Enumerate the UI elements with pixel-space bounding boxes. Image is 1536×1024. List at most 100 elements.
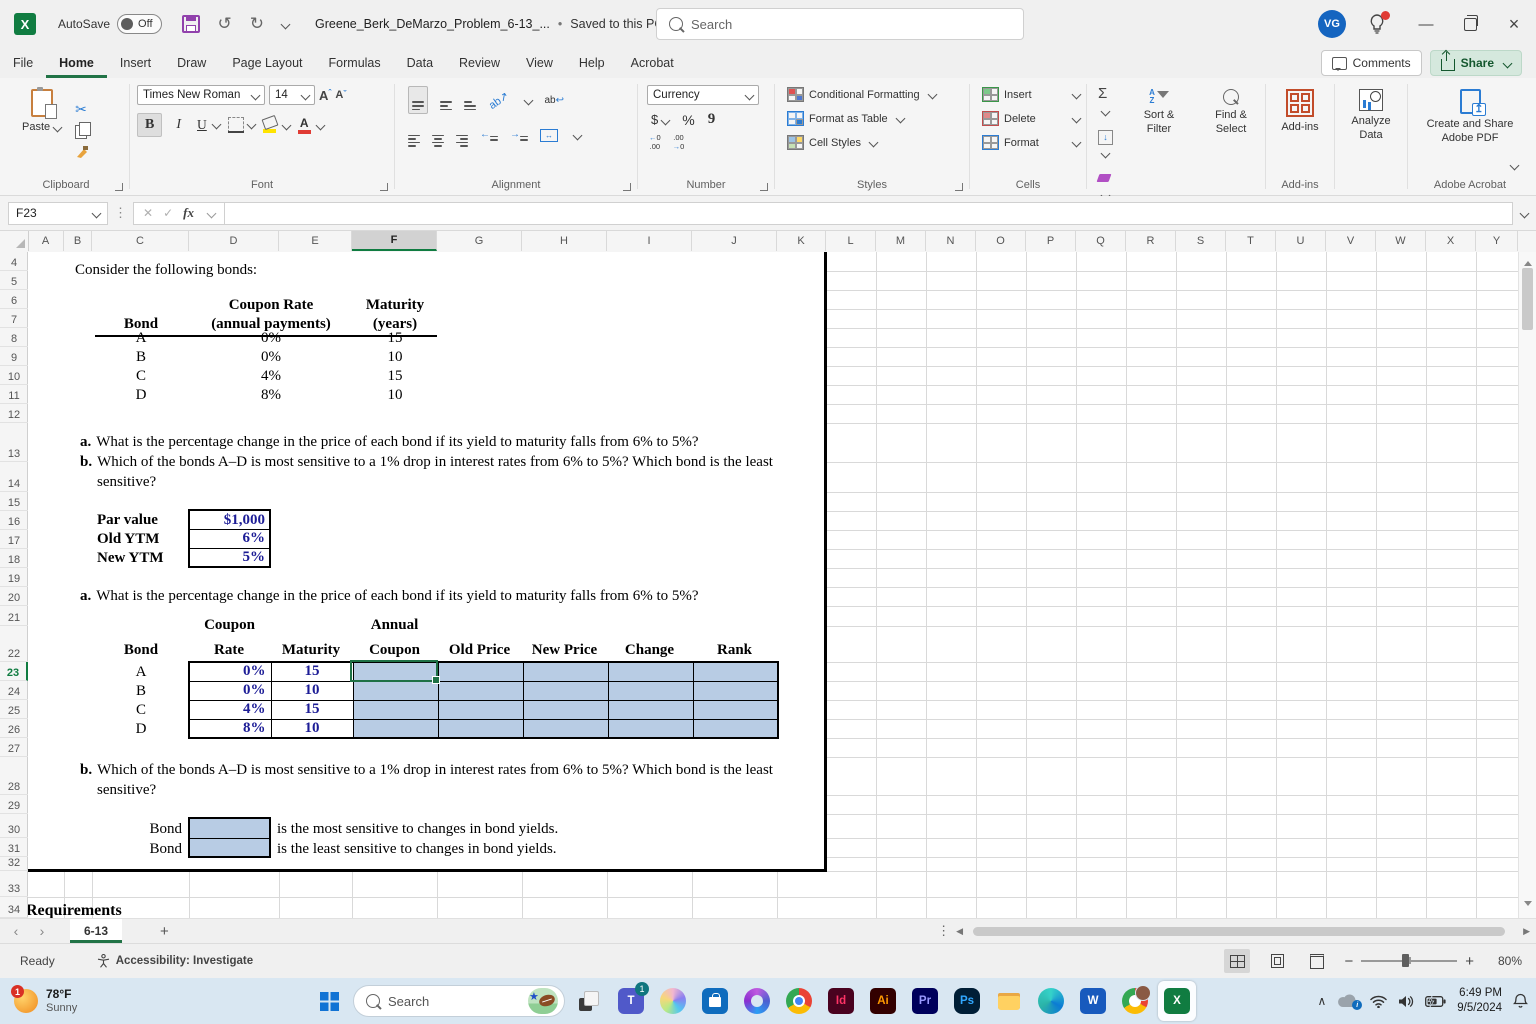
redo-icon[interactable]: ↻ xyxy=(250,14,264,34)
orientation-button[interactable]: ab↗ xyxy=(486,89,511,111)
page-layout-view-button[interactable] xyxy=(1264,949,1290,973)
store-icon[interactable] xyxy=(696,981,734,1021)
autosave-toggle[interactable]: Off xyxy=(117,14,162,34)
cell-maturity-d[interactable]: 10 xyxy=(270,718,354,739)
align-center-button[interactable] xyxy=(432,123,444,147)
cell-old-price-a[interactable] xyxy=(437,661,524,682)
autosum-button[interactable]: Σ xyxy=(1098,85,1118,121)
font-color-button[interactable]: A xyxy=(297,117,311,134)
row-header-15[interactable]: 15 xyxy=(0,492,28,511)
row-header-28[interactable]: 28 xyxy=(0,757,28,795)
confirm-entry-icon[interactable]: ✓ xyxy=(163,206,173,220)
column-header-G[interactable]: G xyxy=(437,231,522,251)
cell-rank-c[interactable] xyxy=(692,699,779,720)
row-header-22[interactable]: 22 xyxy=(0,626,28,662)
row-header-5[interactable]: 5 xyxy=(0,271,28,290)
row-header-19[interactable]: 19 xyxy=(0,568,28,587)
cell-rate-c[interactable]: 4% xyxy=(188,699,272,720)
tab-view[interactable]: View xyxy=(513,48,566,78)
column-header-M[interactable]: M xyxy=(876,231,926,251)
answer-most-cell[interactable] xyxy=(190,819,269,838)
row-header-17[interactable]: 17 xyxy=(0,530,28,549)
photoshop-icon[interactable]: Ps xyxy=(948,981,986,1021)
column-header-O[interactable]: O xyxy=(976,231,1026,251)
cell-rate-b[interactable]: 0% xyxy=(188,680,272,701)
merge-center-button[interactable]: ↔ xyxy=(540,128,558,142)
fill-color-button[interactable] xyxy=(261,114,279,133)
volume-icon[interactable] xyxy=(1398,995,1414,1008)
taskbar-search-box[interactable]: Search ★ xyxy=(353,985,565,1017)
column-header-C[interactable]: C xyxy=(92,231,189,251)
share-button[interactable]: Share xyxy=(1429,50,1522,76)
cell-rate-a[interactable]: 0% xyxy=(188,661,272,682)
quick-access-chevron-icon[interactable] xyxy=(280,19,291,29)
tray-overflow-icon[interactable]: ∧ xyxy=(1317,994,1326,1008)
column-header-P[interactable]: P xyxy=(1026,231,1076,251)
cell-rank-d[interactable] xyxy=(692,718,779,739)
row-header-20[interactable]: 20 xyxy=(0,587,28,606)
vertical-scrollbar[interactable] xyxy=(1518,252,1536,918)
row-header-30[interactable]: 30 xyxy=(0,814,28,838)
cell-change-c[interactable] xyxy=(607,699,694,720)
column-header-U[interactable]: U xyxy=(1276,231,1326,251)
row-header-12[interactable]: 12 xyxy=(0,404,28,423)
column-header-J[interactable]: J xyxy=(692,231,777,251)
scroll-down-icon[interactable] xyxy=(1524,901,1532,910)
number-format-combo[interactable]: Currency xyxy=(647,85,759,105)
row-header-18[interactable]: 18 xyxy=(0,549,28,568)
notifications-bell-icon[interactable] xyxy=(1513,993,1528,1009)
tab-help[interactable]: Help xyxy=(566,48,618,78)
chrome-profile-icon[interactable] xyxy=(1116,981,1154,1021)
expand-formula-bar-icon[interactable] xyxy=(1519,208,1530,218)
cell-change-b[interactable] xyxy=(607,680,694,701)
cell-annual-coupon-d[interactable] xyxy=(352,718,439,739)
row-header-25[interactable]: 25 xyxy=(0,700,28,719)
hscroll-right-icon[interactable]: ▶ xyxy=(1523,926,1530,937)
cell-old-price-d[interactable] xyxy=(437,718,524,739)
add-ins-button[interactable]: Add-ins xyxy=(1273,85,1326,175)
row-header-34[interactable]: 34 xyxy=(0,897,28,918)
start-button[interactable] xyxy=(310,981,348,1021)
row-header-24[interactable]: 24 xyxy=(0,681,28,700)
paste-button[interactable]: Paste xyxy=(14,85,69,175)
tab-bar-options-icon[interactable]: ⋮ xyxy=(937,923,950,939)
cell-annual-coupon-b[interactable] xyxy=(352,680,439,701)
cell-maturity-c[interactable]: 15 xyxy=(270,699,354,720)
increase-decimal-button[interactable]: .00 →0 xyxy=(673,133,685,151)
alignment-dialog-launcher-icon[interactable] xyxy=(623,183,631,191)
column-header-R[interactable]: R xyxy=(1126,231,1176,251)
row-header-10[interactable]: 10 xyxy=(0,366,28,385)
row-header-27[interactable]: 27 xyxy=(0,738,28,757)
tab-file[interactable]: File xyxy=(0,48,46,78)
column-header-S[interactable]: S xyxy=(1176,231,1226,251)
cut-icon[interactable]: ✂ xyxy=(75,101,89,118)
column-header-Q[interactable]: Q xyxy=(1076,231,1126,251)
cell-change-a[interactable] xyxy=(607,661,694,682)
bottom-align-button[interactable] xyxy=(464,90,476,111)
cell-annual-coupon-c[interactable] xyxy=(352,699,439,720)
row-header-13[interactable]: 13 xyxy=(0,423,28,462)
column-header-E[interactable]: E xyxy=(279,231,352,251)
row-header-31[interactable]: 31 xyxy=(0,838,28,857)
battery-icon[interactable] xyxy=(1425,995,1446,1007)
new-sheet-button[interactable]: + xyxy=(160,923,169,940)
column-header-D[interactable]: D xyxy=(189,231,279,251)
number-dialog-launcher-icon[interactable] xyxy=(760,183,768,191)
column-header-T[interactable]: T xyxy=(1226,231,1276,251)
row-header-26[interactable]: 26 xyxy=(0,719,28,738)
tab-review[interactable]: Review xyxy=(446,48,513,78)
column-header-W[interactable]: W xyxy=(1376,231,1426,251)
accounting-format-button[interactable]: $ xyxy=(651,112,671,127)
cell-styles-button[interactable]: Cell Styles xyxy=(784,134,966,151)
column-header-Y[interactable]: Y xyxy=(1476,231,1518,251)
row-header-21[interactable]: 21 xyxy=(0,606,28,626)
format-painter-icon[interactable] xyxy=(75,146,89,159)
shrink-font-button[interactable]: Aˇ xyxy=(335,89,346,101)
next-sheet-icon[interactable]: › xyxy=(32,923,52,939)
tab-home[interactable]: Home xyxy=(46,48,107,78)
row-header-7[interactable]: 7 xyxy=(0,309,28,328)
tab-draw[interactable]: Draw xyxy=(164,48,219,78)
minimize-button[interactable]: — xyxy=(1404,0,1448,48)
top-align-button[interactable] xyxy=(408,86,428,115)
fill-button[interactable]: ↓ xyxy=(1098,127,1118,163)
